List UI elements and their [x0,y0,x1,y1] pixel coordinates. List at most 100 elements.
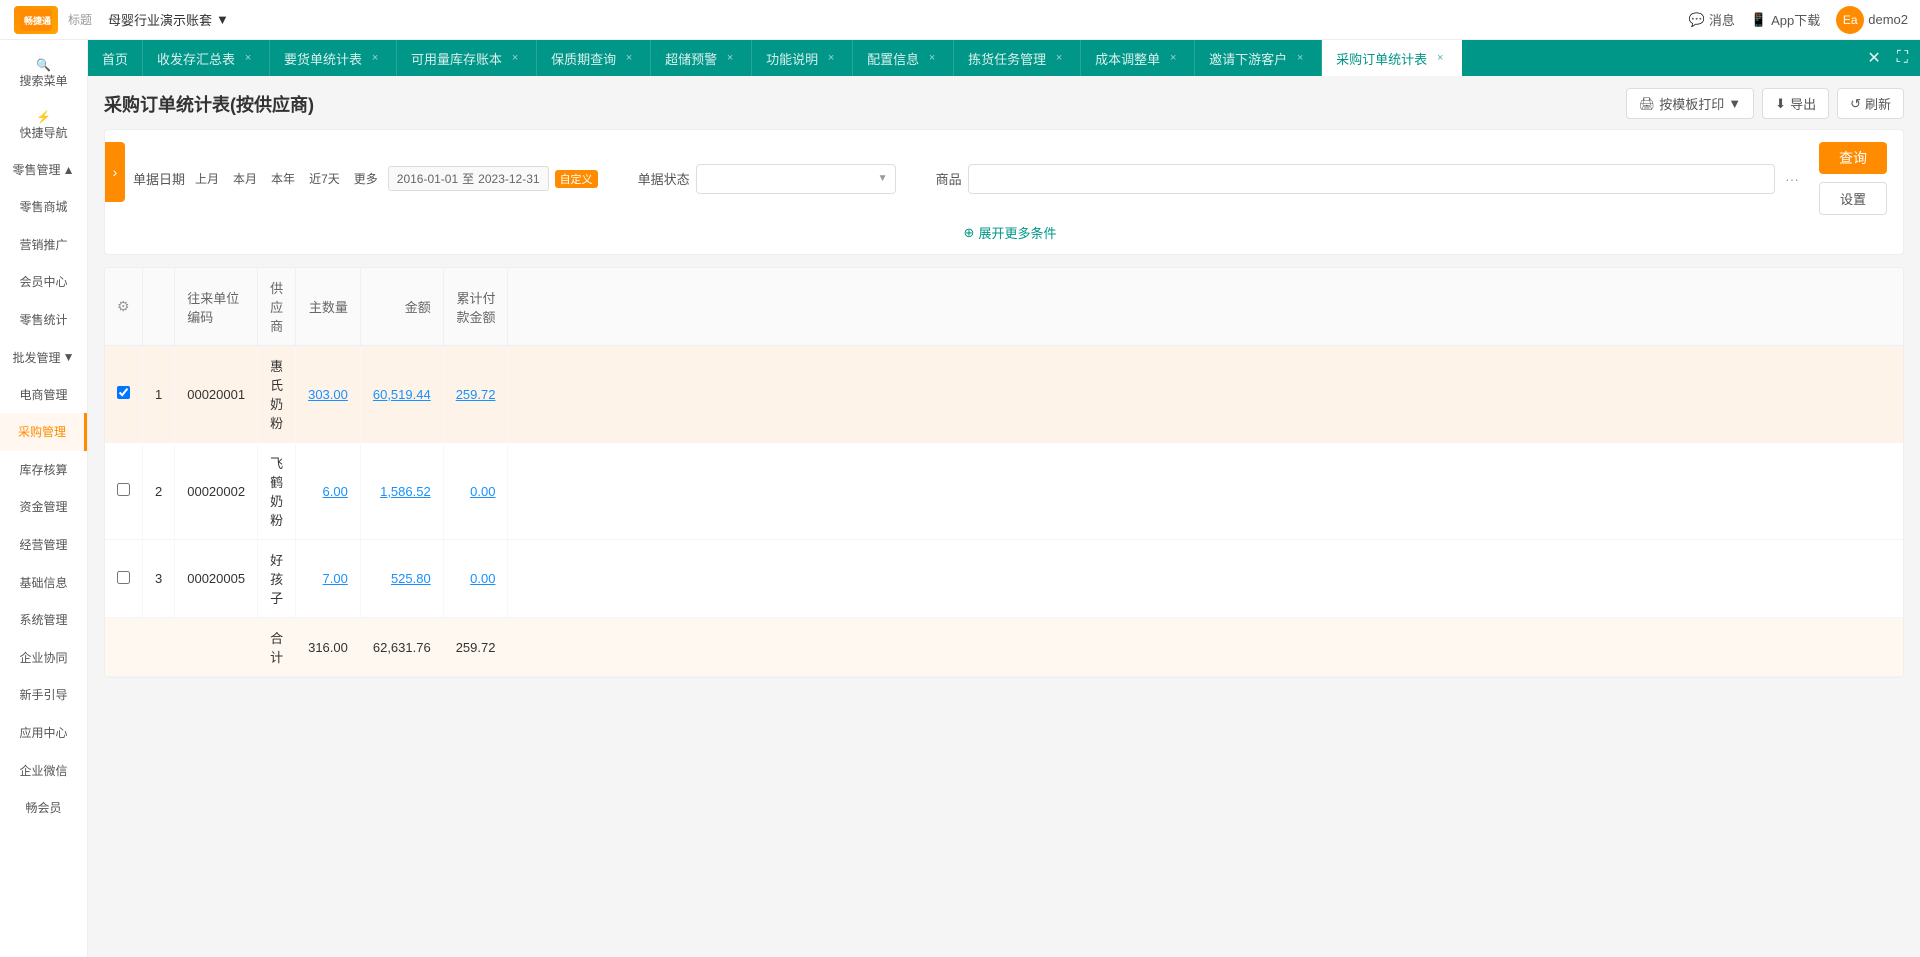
query-button[interactable]: 查询 [1819,142,1887,174]
table-header-row: ⚙ 往来单位编码 供应商 主数量 金额 累计付款金额 [105,268,1903,346]
sidebar-item-retail-stats[interactable]: 零售统计 [0,301,87,339]
tab-collect-send-close[interactable]: × [241,51,255,65]
qty-link[interactable]: 7.00 [323,571,348,586]
th-paid: 累计付款金额 [443,268,508,346]
th-settings[interactable]: ⚙ [105,268,143,346]
date-shortcut-more[interactable]: 更多 [350,168,382,189]
tab-invite-downstream-close[interactable]: × [1293,51,1307,65]
sidebar-item-marketing[interactable]: 营销推广 [0,226,87,264]
maximize-tab-action[interactable]: ⛶ [1893,45,1912,71]
goods-filter-label: 商品 [936,169,962,188]
sidebar-item-wholesale[interactable]: 批发管理 ▼ [0,339,87,376]
sidebar-item-finance[interactable]: 资金管理 [0,488,87,526]
tab-cost-adjust-close[interactable]: × [1166,51,1180,65]
tab-cost-adjust[interactable]: 成本调整单 × [1081,40,1195,76]
date-shortcut-this-year[interactable]: 本年 [267,168,299,189]
row-checkbox-cell[interactable] [105,443,143,540]
date-range-start: 2016-01-01 [397,172,458,186]
sidebar-item-label-retail-stats: 零售统计 [4,313,83,329]
export-button[interactable]: ⬇ 导出 [1762,88,1829,119]
tab-config-info-close[interactable]: × [925,51,939,65]
date-shortcuts: 上月 本月 本年 近7天 更多 [191,168,382,189]
tab-req-stats[interactable]: 要货单统计表 × [270,40,397,76]
settings-icon[interactable]: ⚙ [117,298,130,314]
settings-button[interactable]: 设置 [1819,182,1887,215]
date-shortcut-this-month[interactable]: 本月 [229,168,261,189]
qty-link[interactable]: 6.00 [323,484,348,499]
tab-available-stock[interactable]: 可用量库存账本 × [397,40,537,76]
expand-more-conditions[interactable]: ⊕ 展开更多条件 [133,223,1887,242]
row-checkbox[interactable] [117,386,130,399]
sidebar-item-label-ecommerce: 电商管理 [4,388,83,404]
sidebar-item-newguide[interactable]: 新手引导 [0,676,87,714]
tab-shelf-life[interactable]: 保质期查询 × [537,40,651,76]
tab-available-stock-close[interactable]: × [508,51,522,65]
message-action[interactable]: 💬 消息 [1689,10,1735,29]
tab-purchase-stats[interactable]: 采购订单统计表 × [1322,40,1462,76]
sidebar-item-search[interactable]: 🔍 搜索菜单 [0,48,87,100]
paid-link[interactable]: 0.00 [470,571,495,586]
tab-purchase-stats-close[interactable]: × [1433,51,1447,65]
sidebar-item-retail[interactable]: 零售管理 ▲ [0,151,87,188]
tab-overstock-close[interactable]: × [723,51,737,65]
row-amount-cell: 60,519.44 [360,346,443,443]
tab-home[interactable]: 首页 [88,40,143,76]
sidebar-item-ops[interactable]: 经营管理 [0,526,87,564]
paid-link[interactable]: 0.00 [470,484,495,499]
row-checkbox-cell[interactable] [105,346,143,443]
sidebar-item-wechat[interactable]: 企业微信 [0,752,87,790]
row-qty-cell: 6.00 [296,443,361,540]
date-range-display[interactable]: 2016-01-01 至 2023-12-31 [388,166,549,191]
qty-link[interactable]: 303.00 [308,387,348,402]
sidebar-item-basics[interactable]: 基础信息 [0,564,87,602]
sidebar-item-appcenter[interactable]: 应用中心 [0,714,87,752]
expand-more-icon: ⊕ [964,225,975,241]
refresh-button[interactable]: ↺ 刷新 [1837,88,1904,119]
tab-collect-send-label: 收发存汇总表 [157,49,235,68]
sidebar-item-membership[interactable]: 会员中心 [0,263,87,301]
amount-link[interactable]: 60,519.44 [373,387,431,402]
date-shortcut-7days[interactable]: 近7天 [305,168,344,189]
row-checkbox[interactable] [117,483,130,496]
amount-link[interactable]: 525.80 [391,571,431,586]
amount-link[interactable]: 1,586.52 [380,484,431,499]
tab-config-info[interactable]: 配置信息 × [853,40,954,76]
paid-link[interactable]: 259.72 [456,387,496,402]
workspace-arrow-icon: ▼ [216,12,229,27]
tab-req-stats-close[interactable]: × [368,51,382,65]
tab-pick-task-close[interactable]: × [1052,51,1066,65]
row-number-cell: 2 [143,443,175,540]
status-select[interactable] [696,164,896,194]
template-print-button[interactable]: 🖨 按模板打印 ▼ [1626,88,1754,119]
sidebar-item-retail-mall[interactable]: 零售商城 [0,188,87,226]
sidebar-item-purchase[interactable]: 采购管理 [0,413,87,451]
sidebar-item-collab[interactable]: 企业协同 [0,639,87,677]
tab-collect-send[interactable]: 收发存汇总表 × [143,40,270,76]
goods-search-input[interactable] [968,164,1775,194]
sidebar-item-quicknav[interactable]: ⚡ 快捷导航 [0,100,87,152]
tab-func-desc-close[interactable]: × [824,51,838,65]
sidebar-item-vip[interactable]: 畅会员 [0,789,87,827]
sidebar-item-inventory[interactable]: 库存核算 [0,451,87,489]
filter-expand-toggle[interactable]: › [105,142,125,202]
close-tab-action[interactable]: ✕ [1863,44,1884,72]
tab-func-desc[interactable]: 功能说明 × [752,40,853,76]
row-checkbox[interactable] [117,571,130,584]
user-profile[interactable]: Ea demo2 [1836,6,1908,34]
sidebar-item-ecommerce[interactable]: 电商管理 [0,376,87,414]
row-paid-cell: 259.72 [443,346,508,443]
row-qty-cell: 303.00 [296,346,361,443]
sidebar-item-label-vip: 畅会员 [4,801,83,817]
tab-pick-task[interactable]: 拣货任务管理 × [954,40,1081,76]
filter-row-1: 单据日期 上月 本月 本年 近7天 更多 2016-01-01 [133,142,1887,215]
date-shortcut-last-month[interactable]: 上月 [191,168,223,189]
tab-invite-downstream[interactable]: 邀请下游客户 × [1195,40,1322,76]
workspace-selector[interactable]: 母婴行业演示账套 ▼ [100,6,237,33]
goods-more-button[interactable]: ··· [1781,171,1803,187]
row-checkbox-cell[interactable] [105,540,143,618]
sidebar-item-label-search: 搜索菜单 [4,74,83,90]
app-download-action[interactable]: 📱 App下载 [1751,10,1820,29]
sidebar-item-system[interactable]: 系统管理 [0,601,87,639]
tab-overstock[interactable]: 超储预警 × [651,40,752,76]
tab-shelf-life-close[interactable]: × [622,51,636,65]
